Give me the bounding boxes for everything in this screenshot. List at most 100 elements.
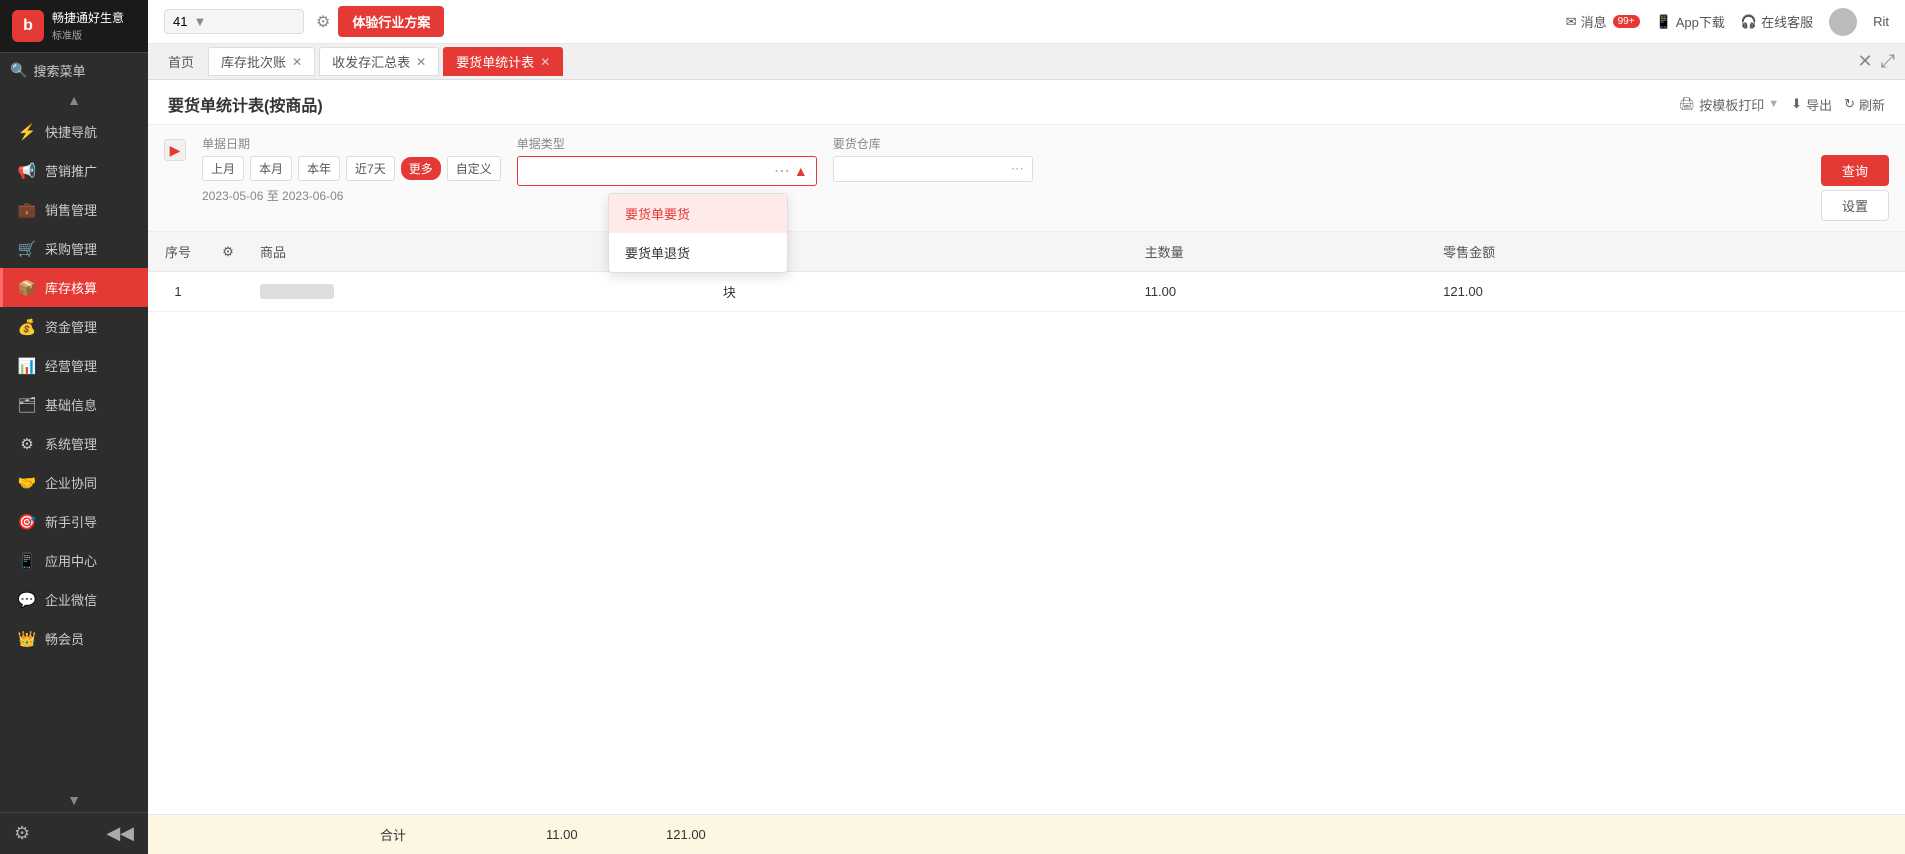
dropdown-item-order-goods[interactable]: 要货单要货	[609, 194, 787, 233]
sidebar-item-basic[interactable]: 🗂 基础信息	[0, 385, 148, 424]
footer-qty: 11.00	[546, 827, 626, 842]
topbar: 41 ▼ ⚙ 体验行业方案 ✉ 消息 99+ 📱 App下载 🎧 在线客服 Ri…	[148, 0, 1905, 44]
tab-batch-account[interactable]: 库存批次账 ✕	[208, 47, 315, 76]
basic-icon: 🗂	[17, 396, 37, 414]
sidebar-item-vip[interactable]: 👑 畅会员	[0, 619, 148, 658]
print-icon: 🖨	[1679, 96, 1696, 112]
quick-nav-icon: ⚡	[17, 123, 37, 141]
export-button[interactable]: ⬇ 导出	[1791, 95, 1832, 114]
tab-close-icon[interactable]: ✕	[416, 55, 426, 69]
app-download-label: App下载	[1676, 12, 1725, 31]
sidebar-item-wechat[interactable]: 💬 企业微信	[0, 580, 148, 619]
sidebar-item-label: 基础信息	[45, 395, 97, 414]
query-button[interactable]: 查询	[1821, 155, 1889, 186]
type-select-input[interactable]	[526, 164, 774, 179]
date-7-days-btn[interactable]: 近7天	[346, 156, 395, 181]
sidebar-item-label: 企业协同	[45, 473, 97, 492]
sidebar-item-apps[interactable]: 📱 应用中心	[0, 541, 148, 580]
date-custom-btn[interactable]: 自定义	[447, 156, 501, 181]
refresh-button[interactable]: ↻ 刷新	[1844, 95, 1885, 114]
topbar-left: 41 ▼ ⚙ 体验行业方案	[164, 6, 1566, 37]
print-dropdown-icon: ▼	[1768, 98, 1779, 110]
online-service-button[interactable]: 🎧 在线客服	[1741, 12, 1813, 31]
sidebar-collapse-icon[interactable]: ◀◀	[106, 823, 134, 844]
date-this-month-btn[interactable]: 本月	[250, 156, 292, 181]
headset-icon: 🎧	[1741, 14, 1757, 30]
type-select-chevron-up-icon[interactable]: ▲	[794, 163, 808, 179]
sidebar-item-finance[interactable]: 💰 资金管理	[0, 307, 148, 346]
type-select-wrap[interactable]: ⋯ ▲	[517, 156, 817, 186]
sidebar-item-inventory[interactable]: 📦 库存核算	[0, 268, 148, 307]
store-dropdown-icon: ▼	[193, 14, 206, 29]
settings-button[interactable]: 设置	[1821, 190, 1889, 221]
sidebar-search[interactable]: 🔍 搜索菜单	[0, 53, 148, 88]
dropdown-item-order-return[interactable]: 要货单退货	[609, 233, 787, 272]
app-logo-icon: b	[12, 10, 44, 42]
tab-home[interactable]: 首页	[158, 48, 204, 75]
date-filter-label: 单据日期	[202, 135, 501, 152]
trial-button[interactable]: 体验行业方案	[338, 6, 444, 37]
app-download-button[interactable]: 📱 App下载	[1656, 12, 1725, 31]
data-table: 序号 ⚙ 商品 主计量单位 主数量 零售金额 1 ████████	[148, 232, 1905, 312]
wechat-icon: 💬	[17, 591, 37, 609]
topbar-settings-icon[interactable]: ⚙	[316, 12, 330, 32]
sidebar-scroll-down[interactable]: ▼	[0, 788, 148, 812]
col-settings[interactable]: ⚙	[208, 232, 248, 272]
phone-icon: 📱	[1656, 14, 1672, 30]
page-content: 要货单统计表(按商品) 🖨 按模板打印 ▼ ⬇ 导出 ↻ 刷新 ▶	[148, 80, 1905, 854]
sidebar-item-system[interactable]: ⚙ 系统管理	[0, 424, 148, 463]
sidebar-item-sales[interactable]: 💼 销售管理	[0, 190, 148, 229]
marketing-icon: 📢	[17, 162, 37, 180]
cell-qty: 11.00	[1133, 272, 1432, 312]
sidebar-item-marketing[interactable]: 📢 营销推广	[0, 151, 148, 190]
type-select-more-icon[interactable]: ⋯	[774, 161, 790, 181]
sidebar-footer: ⚙ ◀◀	[0, 812, 148, 854]
online-service-label: 在线客服	[1761, 12, 1813, 31]
system-icon: ⚙	[17, 435, 37, 453]
search-icon: 🔍	[10, 62, 27, 79]
cell-unit: 块	[711, 272, 1133, 312]
date-this-year-btn[interactable]: 本年	[298, 156, 340, 181]
sidebar-item-quick-nav[interactable]: ⚡ 快捷导航	[0, 112, 148, 151]
sidebar-item-label: 经营管理	[45, 356, 97, 375]
date-last-month-btn[interactable]: 上月	[202, 156, 244, 181]
tab-label: 收发存汇总表	[332, 52, 410, 71]
type-dropdown-menu: 要货单要货 要货单退货	[608, 193, 788, 273]
topbar-right: ✉ 消息 99+ 📱 App下载 🎧 在线客服 Rit	[1566, 8, 1889, 36]
filter-actions: 查询 设置	[1821, 155, 1889, 221]
tab-close-all-icon[interactable]: ✕	[1858, 51, 1873, 72]
tab-collection-summary[interactable]: 收发存汇总表 ✕	[319, 47, 439, 76]
message-icon: ✉	[1566, 14, 1577, 30]
goods-name-blurred: ████████	[260, 284, 334, 299]
refresh-label: 刷新	[1859, 95, 1885, 114]
sidebar-item-purchase[interactable]: 🛒 采购管理	[0, 229, 148, 268]
tab-close-icon[interactable]: ✕	[292, 55, 302, 69]
page-title: 要货单统计表(按商品)	[168, 92, 323, 116]
sidebar-item-label: 销售管理	[45, 200, 97, 219]
tab-close-icon[interactable]: ✕	[540, 55, 550, 69]
footer-amount: 121.00	[666, 827, 746, 842]
tab-order-stat[interactable]: 要货单统计表 ✕	[443, 47, 563, 76]
operation-icon: 📊	[17, 357, 37, 375]
sidebar-logo: b 畅捷通好生意 标准版	[0, 0, 148, 53]
date-more-btn[interactable]: 更多	[401, 157, 441, 180]
app-version: 标准版	[52, 27, 124, 42]
refresh-icon: ↻	[1844, 96, 1855, 112]
store-selector[interactable]: 41 ▼	[164, 9, 304, 34]
export-label: 导出	[1806, 95, 1832, 114]
tab-maximize-icon[interactable]: ⤢	[1881, 51, 1895, 72]
date-filter-group: 单据日期 上月 本月 本年 近7天 更多 自定义 2023-05-06 至 20…	[202, 135, 501, 204]
sidebar-item-guide[interactable]: 🎯 新手引导	[0, 502, 148, 541]
print-button[interactable]: 🖨 按模板打印 ▼	[1679, 95, 1779, 114]
user-avatar[interactable]	[1829, 8, 1857, 36]
messages-button[interactable]: ✉ 消息 99+	[1566, 12, 1640, 31]
warehouse-select[interactable]: ⋯	[833, 156, 1033, 182]
col-amount: 零售金额	[1431, 232, 1791, 272]
sidebar-item-collab[interactable]: 🤝 企业协同	[0, 463, 148, 502]
filter-expand-button[interactable]: ▶	[164, 139, 186, 161]
sidebar-settings-icon[interactable]: ⚙	[14, 823, 30, 844]
sidebar-scroll-up[interactable]: ▲	[0, 88, 148, 112]
username[interactable]: Rit	[1873, 14, 1889, 29]
messages-badge: 99+	[1613, 15, 1640, 28]
sidebar-item-operation[interactable]: 📊 经营管理	[0, 346, 148, 385]
